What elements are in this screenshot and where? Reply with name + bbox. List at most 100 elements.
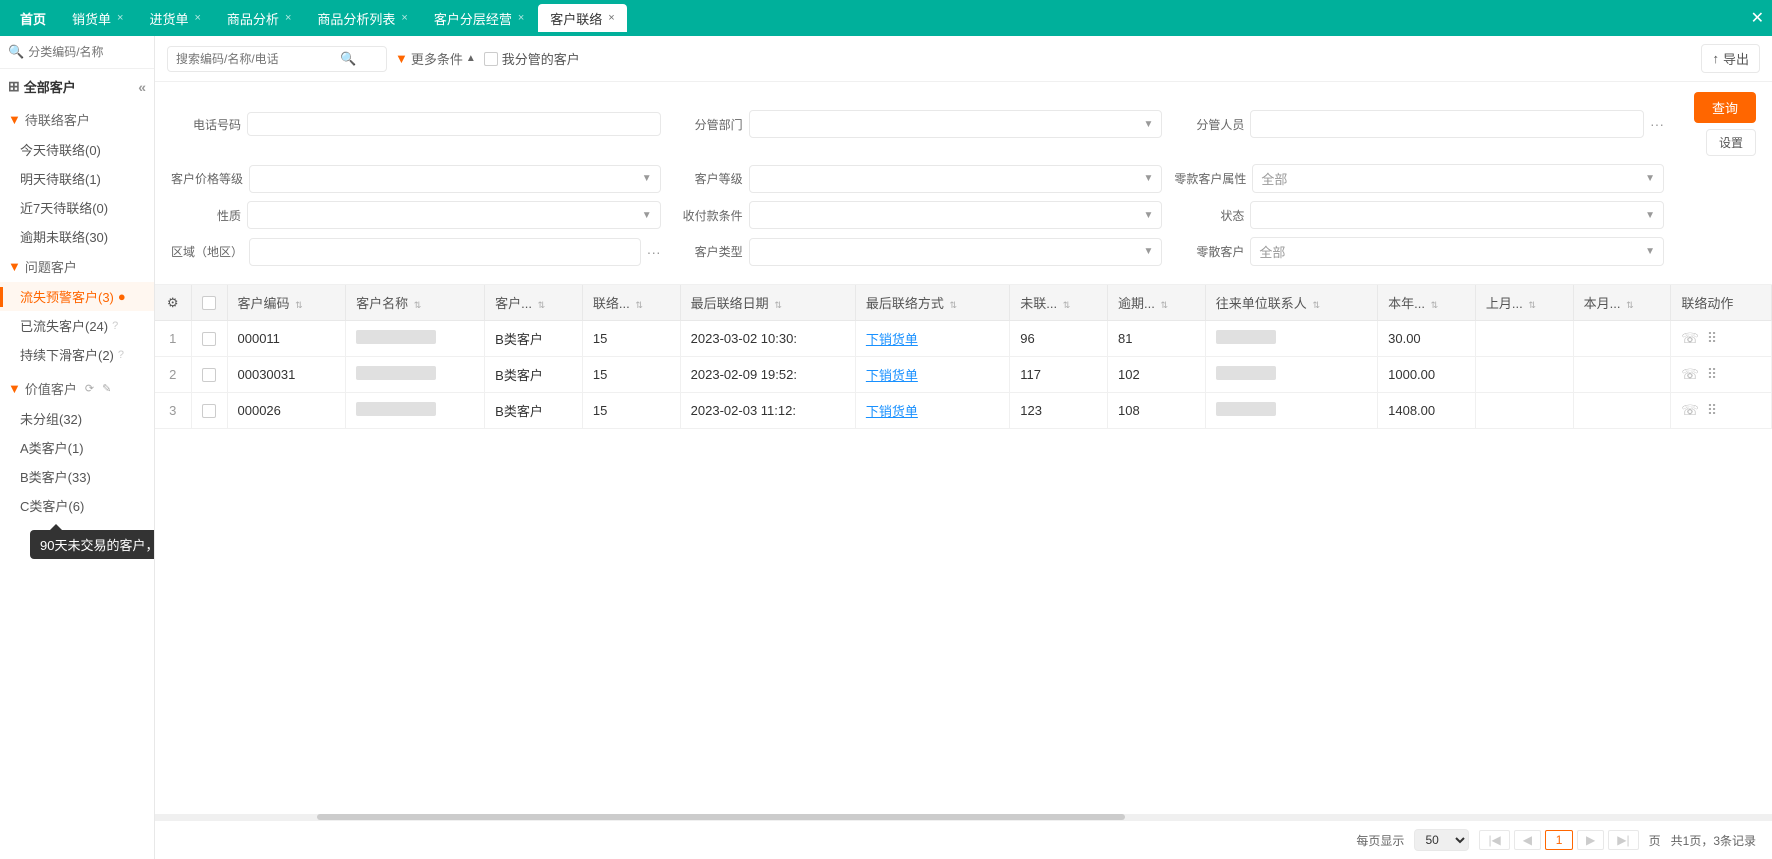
row-checkbox-2[interactable] — [202, 368, 216, 382]
th-unit-contact[interactable]: 往来单位联系人 ⇅ — [1205, 285, 1377, 321]
filter-customer-type: 客户类型 ▼ — [673, 238, 1163, 266]
th-settings[interactable]: ⚙ — [155, 285, 191, 321]
sidebar-item-class-c[interactable]: C类客户(6) — [0, 491, 154, 520]
sidebar-item-class-a[interactable]: A类客户(1) — [0, 433, 154, 462]
filter-region-select[interactable] — [249, 238, 641, 266]
row-checkbox-1[interactable] — [202, 332, 216, 346]
sidebar-item-tomorrow[interactable]: 明天待联络(1) — [0, 164, 154, 193]
action-menu-icon-3[interactable]: ⠿ — [1707, 402, 1717, 419]
filter-status-select[interactable]: ▼ — [1250, 201, 1664, 229]
page-next-btn[interactable]: ▶ — [1577, 830, 1604, 850]
tab-home[interactable]: 首页 — [8, 4, 58, 32]
filter-nature-select[interactable]: ▼ — [247, 201, 661, 229]
scroll-thumb[interactable] — [317, 814, 1126, 820]
sidebar-group-problem[interactable]: ▼ 问题客户 — [0, 251, 154, 282]
page-first-btn[interactable]: |◀ — [1479, 830, 1509, 850]
action-phone-icon-2[interactable]: ☏ — [1681, 366, 1699, 383]
th-code[interactable]: 客户编码 ⇅ — [227, 285, 346, 321]
tab-customer-contact[interactable]: 客户联络 × — [538, 4, 626, 32]
action-menu-icon-1[interactable]: ⠿ — [1707, 330, 1717, 347]
search-input[interactable] — [176, 52, 336, 66]
action-menu-icon-2[interactable]: ⠿ — [1707, 366, 1717, 383]
sidebar-item-7days[interactable]: 近7天待联络(0) — [0, 193, 154, 222]
action-phone-icon-3[interactable]: ☏ — [1681, 402, 1699, 419]
td-last-way-1[interactable]: 下销货单 — [855, 321, 1009, 357]
tab-purchase-close[interactable]: × — [194, 12, 200, 24]
sidebar-item-churned[interactable]: 已流失客户(24) ? — [0, 311, 154, 340]
th-name[interactable]: 客户名称 ⇅ — [346, 285, 485, 321]
filter-price-level-select[interactable]: ▼ — [249, 165, 661, 193]
filter-region-dots[interactable]: ··· — [647, 244, 661, 260]
header-checkbox[interactable] — [202, 296, 216, 310]
sidebar-item-today[interactable]: 今天待联络(0) — [0, 135, 154, 164]
sidebar-item-declining[interactable]: 持续下滑客户(2) ? — [0, 340, 154, 369]
query-button[interactable]: 查询 — [1694, 92, 1756, 123]
filter-ling-san-select[interactable]: 全部 ▼ — [1250, 237, 1664, 266]
tab-analysis-close[interactable]: × — [285, 12, 291, 24]
sidebar-item-class-b-label: B类客户(33) — [20, 467, 91, 486]
filter-phone-label: 电话号码 — [171, 116, 241, 133]
row-checkbox-3[interactable] — [202, 404, 216, 418]
th-current-year[interactable]: 本年... ⇅ — [1378, 285, 1476, 321]
tab-customer-layer-close[interactable]: × — [518, 12, 524, 24]
sidebar-item-overdue[interactable]: 逾期未联络(30) — [0, 222, 154, 251]
tab-analysis-list-close[interactable]: × — [401, 12, 407, 24]
export-button[interactable]: ↑ 导出 — [1701, 44, 1760, 73]
tab-customer-contact-close[interactable]: × — [608, 12, 614, 24]
th-contact[interactable]: 联络... ⇅ — [582, 285, 680, 321]
td-check-2[interactable] — [191, 357, 227, 393]
th-type[interactable]: 客户... ⇅ — [485, 285, 583, 321]
th-last-way[interactable]: 最后联络方式 ⇅ — [855, 285, 1009, 321]
filter-dept-select[interactable]: ▼ — [749, 110, 1163, 138]
edit-icon[interactable]: ✎ — [102, 382, 111, 395]
sidebar-search-icon: 🔍 — [8, 44, 24, 60]
td-last-way-3[interactable]: 下销货单 — [855, 393, 1009, 429]
page-current[interactable]: 1 — [1545, 830, 1573, 850]
my-customers-checkbox[interactable] — [484, 52, 498, 66]
sidebar-group-pending[interactable]: ▼ 待联络客户 — [0, 104, 154, 135]
my-customers-toggle[interactable]: 我分管的客户 — [484, 49, 580, 68]
filter-manager-select[interactable] — [1250, 110, 1644, 138]
tab-customer-layer[interactable]: 客户分层经营 × — [422, 4, 536, 32]
td-last-way-2[interactable]: 下销货单 — [855, 357, 1009, 393]
sidebar-all-customers[interactable]: ⊞ 全部客户 « — [0, 69, 154, 104]
sidebar-item-ungrouped[interactable]: 未分组(32) — [0, 404, 154, 433]
td-check-3[interactable] — [191, 393, 227, 429]
sidebar-search-input[interactable] — [28, 45, 155, 59]
settings-icon[interactable]: ⚙ — [167, 295, 179, 310]
tab-salesorder[interactable]: 销货单 × — [60, 4, 135, 32]
tab-analysis-list[interactable]: 商品分析列表 × — [305, 4, 419, 32]
th-this-month[interactable]: 本月... ⇅ — [1573, 285, 1671, 321]
filter-phone-input[interactable] — [247, 112, 661, 136]
filter-manager-dots[interactable]: ··· — [1650, 116, 1664, 132]
filter-manager-label: 分管人员 — [1174, 116, 1244, 133]
filter-customer-type-select[interactable]: ▼ — [749, 238, 1163, 266]
settings-button[interactable]: 设置 — [1706, 129, 1756, 156]
page-last-btn[interactable]: ▶| — [1608, 830, 1638, 850]
th-overdue[interactable]: 逾期... ⇅ — [1108, 285, 1206, 321]
action-phone-icon-1[interactable]: ☏ — [1681, 330, 1699, 347]
td-check-1[interactable] — [191, 321, 227, 357]
th-last-date[interactable]: 最后联络日期 ⇅ — [680, 285, 855, 321]
filter-lingkui-attr-select[interactable]: 全部 ▼ — [1252, 164, 1664, 193]
refresh-icon[interactable]: ⟳ — [85, 382, 94, 395]
tab-purchase[interactable]: 进货单 × — [137, 4, 212, 32]
sidebar-item-class-b[interactable]: B类客户(33) — [0, 462, 154, 491]
th-unlinked[interactable]: 未联... ⇅ — [1010, 285, 1108, 321]
close-window-icon[interactable]: ✕ — [1751, 8, 1764, 28]
table-header-row: ⚙ 客户编码 ⇅ 客户名称 ⇅ — [155, 285, 1772, 321]
tab-salesorder-close[interactable]: × — [117, 12, 123, 24]
filter-customer-level-select[interactable]: ▼ — [749, 165, 1163, 193]
sidebar-collapse-icon[interactable]: « — [138, 79, 146, 95]
page-prev-btn[interactable]: ◀ — [1514, 830, 1541, 850]
sidebar-group-value[interactable]: ▼ 价值客户 ⟳ ✎ — [0, 373, 154, 404]
th-checkbox[interactable] — [191, 285, 227, 321]
page-size-select[interactable]: 50 100 200 — [1414, 829, 1469, 851]
search-submit-icon[interactable]: 🔍 — [340, 51, 356, 67]
sidebar-item-churn-warning[interactable]: 流失预警客户(3) ● — [0, 282, 154, 311]
tab-analysis[interactable]: 商品分析 × — [215, 4, 303, 32]
horizontal-scrollbar[interactable] — [155, 814, 1772, 820]
th-last-month[interactable]: 上月... ⇅ — [1475, 285, 1573, 321]
more-conditions-btn[interactable]: ▼ 更多条件 ▲ — [395, 49, 476, 68]
filter-payment-select[interactable]: ▼ — [749, 201, 1163, 229]
